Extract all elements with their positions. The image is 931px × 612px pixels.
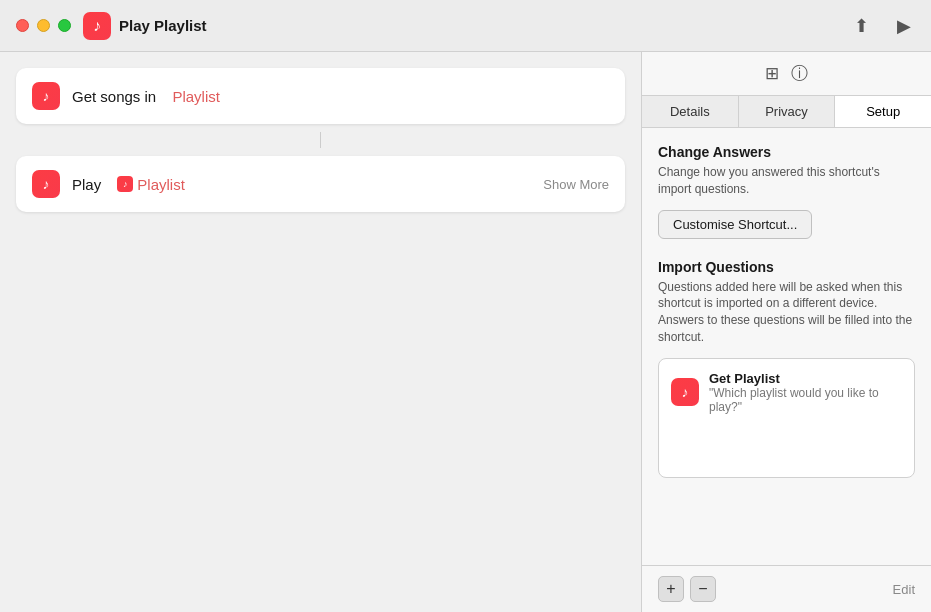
import-question-text-block: Get Playlist "Which playlist would you l… — [709, 371, 902, 414]
playlist-link-icon: ♪ — [117, 176, 133, 192]
play-button[interactable]: ▶ — [893, 11, 915, 41]
footer-buttons: + − — [658, 576, 716, 602]
titlebar: ♪ Play Playlist ⬆ ▶ — [0, 0, 931, 52]
customize-shortcut-button[interactable]: Customise Shortcut... — [658, 210, 812, 239]
main-content: ♪ Get songs in Playlist ♪ Play — [0, 52, 931, 612]
show-more-label[interactable]: Show More — [543, 177, 609, 192]
import-questions-desc: Questions added here will be asked when … — [658, 279, 915, 346]
import-questions-list: ♪ Get Playlist "Which playlist would you… — [658, 358, 915, 478]
panel-toolbar: ⊞ ⓘ — [642, 52, 931, 96]
import-question-music-icon: ♪ — [671, 378, 699, 406]
traffic-lights — [16, 19, 71, 32]
music-icon: ♪ — [43, 88, 50, 104]
panel-footer: + − Edit — [642, 565, 931, 612]
tab-setup[interactable]: Setup — [835, 96, 931, 127]
add-to-dock-button[interactable]: ⊞ — [765, 63, 779, 84]
share-icon: ⬆ — [854, 16, 869, 36]
remove-question-button[interactable]: − — [690, 576, 716, 602]
tab-details[interactable]: Details — [642, 96, 739, 127]
import-question-desc: "Which playlist would you like to play?" — [709, 386, 902, 414]
import-questions-title: Import Questions — [658, 259, 915, 275]
dock-add-icon: ⊞ — [765, 64, 779, 83]
window-title: Play Playlist — [119, 17, 850, 34]
maximize-button[interactable] — [58, 19, 71, 32]
left-panel: ♪ Get songs in Playlist ♪ Play — [0, 52, 641, 612]
play-icon: ▶ — [897, 16, 911, 36]
share-button[interactable]: ⬆ — [850, 11, 873, 41]
music-icon-2: ♪ — [43, 176, 50, 192]
right-panel: ⊞ ⓘ Details Privacy Setup Change Answers… — [641, 52, 931, 612]
edit-button[interactable]: Edit — [893, 582, 915, 597]
tab-privacy[interactable]: Privacy — [739, 96, 836, 127]
play-action-text: Play ♪ Playlist — [72, 176, 531, 193]
actions-divider — [320, 132, 321, 148]
play-action-icon: ♪ — [32, 170, 60, 198]
app-icon: ♪ — [83, 12, 111, 40]
play-playlist-link[interactable]: ♪ Playlist — [117, 176, 185, 193]
play-action[interactable]: ♪ Play ♪ Playlist Show More — [16, 156, 625, 212]
get-songs-action[interactable]: ♪ Get songs in Playlist — [16, 68, 625, 124]
panel-content: Change Answers Change how you answered t… — [642, 128, 931, 565]
minimize-button[interactable] — [37, 19, 50, 32]
music-note-icon: ♪ — [93, 17, 101, 35]
tabs: Details Privacy Setup — [642, 96, 931, 128]
get-songs-playlist-link[interactable]: Playlist — [172, 88, 220, 105]
get-songs-label: Get songs in — [72, 88, 156, 105]
play-label: Play — [72, 176, 101, 193]
change-answers-desc: Change how you answered this shortcut's … — [658, 164, 915, 198]
close-button[interactable] — [16, 19, 29, 32]
info-icon: ⓘ — [791, 64, 808, 83]
titlebar-actions: ⬆ ▶ — [850, 11, 915, 41]
import-question-name: Get Playlist — [709, 371, 902, 386]
info-button[interactable]: ⓘ — [791, 62, 808, 85]
change-answers-title: Change Answers — [658, 144, 915, 160]
import-question-item[interactable]: ♪ Get Playlist "Which playlist would you… — [659, 359, 914, 426]
add-question-button[interactable]: + — [658, 576, 684, 602]
get-songs-icon: ♪ — [32, 82, 60, 110]
get-songs-text: Get songs in Playlist — [72, 88, 609, 105]
